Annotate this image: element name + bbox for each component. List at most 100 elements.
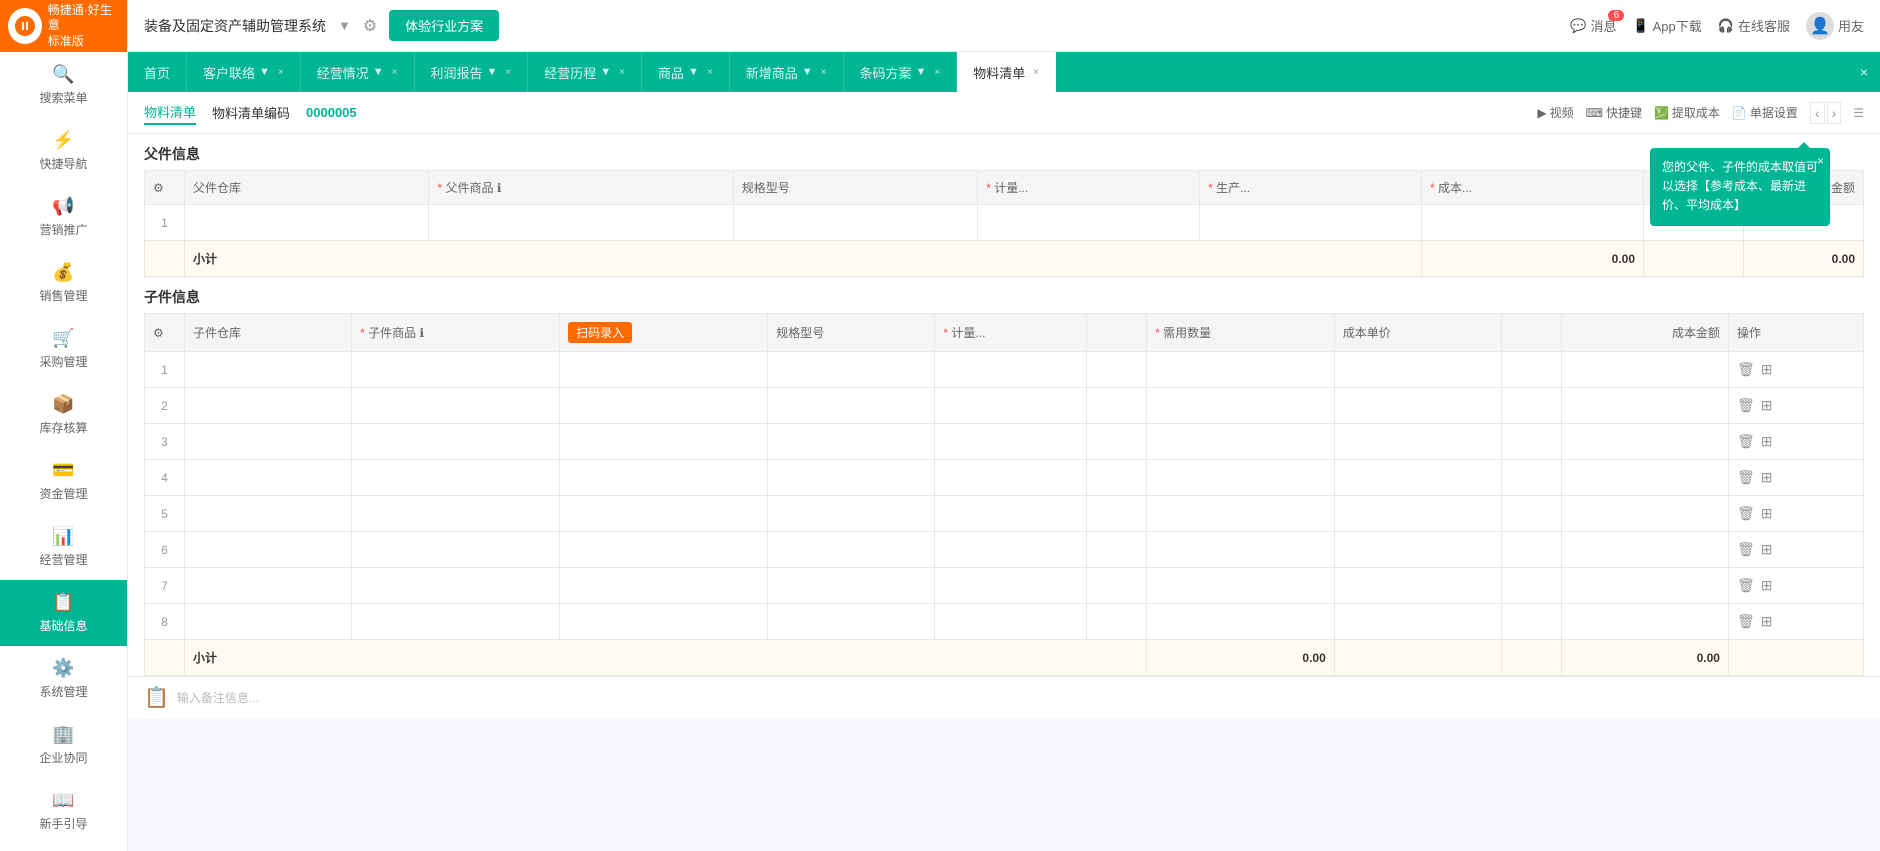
parent-row-1-unit[interactable] (978, 205, 1200, 241)
sidebar-item-finance[interactable]: 💳 资金管理 (0, 448, 127, 514)
app-download-btn[interactable]: 📱 App下载 (1632, 16, 1701, 35)
child-row-5-goods[interactable] (352, 496, 560, 532)
child-row-5-spec[interactable] (768, 496, 935, 532)
parent-row-1-spec[interactable] (733, 205, 977, 241)
tab-barcode[interactable]: 条码方案 ▼ × (844, 52, 958, 92)
child-row-6-spec[interactable] (768, 532, 935, 568)
child-row-4-goods[interactable] (352, 460, 560, 496)
online-service-btn[interactable]: 🎧 在线客服 (1718, 16, 1790, 35)
tab-barcode-close[interactable]: × (934, 67, 940, 78)
child-row-7-spec[interactable] (768, 568, 935, 604)
sidebar-item-sysadmin[interactable]: ⚙️ 系统管理 (0, 646, 127, 712)
child-row-2-spec[interactable] (768, 388, 935, 424)
child-row-4-unit[interactable] (935, 460, 1087, 496)
scroll-left-icon[interactable]: ‹ (1810, 102, 1825, 124)
delete-icon-3[interactable]: 🗑 (1737, 433, 1755, 450)
child-row-1-unitcost[interactable] (1334, 352, 1501, 388)
user-menu[interactable]: 👤 用友 (1806, 12, 1864, 40)
child-row-2-qty[interactable] (1147, 388, 1335, 424)
copy-icon-3[interactable]: ⊞ (1761, 433, 1773, 450)
child-row-6-unitcost[interactable] (1334, 532, 1501, 568)
child-row-3-unitcost[interactable] (1334, 424, 1501, 460)
child-row-4-warehouse[interactable] (185, 460, 352, 496)
child-row-3-qty[interactable] (1147, 424, 1335, 460)
child-row-8-unitcost[interactable] (1334, 604, 1501, 640)
sidebar-item-basicinfo[interactable]: 📋 基础信息 (0, 580, 127, 646)
child-row-4-unitcost[interactable] (1334, 460, 1501, 496)
action-video[interactable]: ▶ 视频 (1537, 104, 1573, 121)
child-row-4-qty[interactable] (1147, 460, 1335, 496)
child-row-2-goods[interactable] (352, 388, 560, 424)
tooltip-close-btn[interactable]: × (1817, 152, 1824, 171)
tab-bom-close[interactable]: × (1033, 67, 1039, 78)
child-row-8-qty[interactable] (1147, 604, 1335, 640)
sidebar-item-guide[interactable]: 📖 新手引导 (0, 778, 127, 844)
action-shortcut[interactable]: ⌨ 快捷键 (1586, 104, 1642, 121)
sidebar-item-inventory[interactable]: 📦 库存核算 (0, 382, 127, 448)
tab-home[interactable]: 首页 (128, 52, 187, 92)
parent-row-1-production[interactable] (1200, 205, 1422, 241)
tab-profit-close[interactable]: × (505, 67, 511, 78)
parent-col-settings[interactable]: ⚙ (145, 171, 185, 205)
tab-customer[interactable]: 客户联络 ▼ × (187, 52, 301, 92)
sidebar-item-operations[interactable]: 📊 经营管理 (0, 514, 127, 580)
sidebar-item-marketing[interactable]: 📢 营销推广 (0, 184, 127, 250)
dropdown-arrow-icon[interactable]: ▼ (338, 18, 351, 33)
sidebar-item-sales[interactable]: 💰 销售管理 (0, 250, 127, 316)
copy-icon-4[interactable]: ⊞ (1761, 469, 1773, 486)
settings-icon[interactable]: ⚙ (363, 16, 377, 36)
child-row-8-spec[interactable] (768, 604, 935, 640)
child-row-8-unit[interactable] (935, 604, 1087, 640)
child-col-settings[interactable]: ⚙ (145, 314, 185, 352)
child-row-1-qty[interactable] (1147, 352, 1335, 388)
child-row-5-unit[interactable] (935, 496, 1087, 532)
child-row-2-unit[interactable] (935, 388, 1087, 424)
child-row-3-goods[interactable] (352, 424, 560, 460)
tab-history[interactable]: 经营历程 ▼ × (528, 52, 642, 92)
delete-icon-4[interactable]: 🗑 (1737, 469, 1755, 486)
tab-operations[interactable]: 经营情况 ▼ × (301, 52, 415, 92)
child-row-3-warehouse[interactable] (185, 424, 352, 460)
subtab-bom-list[interactable]: 物料清单 (144, 100, 196, 125)
child-row-1-spec[interactable] (768, 352, 935, 388)
child-row-1-unit[interactable] (935, 352, 1087, 388)
child-col-scan[interactable]: 扫码录入 (560, 314, 768, 352)
parent-row-1-warehouse[interactable] (185, 205, 429, 241)
tab-newgoods[interactable]: 新增商品 ▼ × (730, 52, 844, 92)
delete-icon-8[interactable]: 🗑 (1737, 613, 1755, 630)
child-row-3-spec[interactable] (768, 424, 935, 460)
child-row-2-unitcost[interactable] (1334, 388, 1501, 424)
child-row-6-warehouse[interactable] (185, 532, 352, 568)
tab-history-close[interactable]: × (619, 67, 625, 78)
tab-customer-close[interactable]: × (278, 67, 284, 78)
copy-icon-5[interactable]: ⊞ (1761, 505, 1773, 522)
copy-icon-8[interactable]: ⊞ (1761, 613, 1773, 630)
tab-profit[interactable]: 利润报告 ▼ × (415, 52, 529, 92)
child-row-1-goods[interactable] (352, 352, 560, 388)
child-row-8-warehouse[interactable] (185, 604, 352, 640)
tab-goods-close[interactable]: × (707, 67, 713, 78)
delete-icon-7[interactable]: 🗑 (1737, 577, 1755, 594)
parent-row-1-goods[interactable] (429, 205, 733, 241)
child-row-3-unit[interactable] (935, 424, 1087, 460)
child-row-7-warehouse[interactable] (185, 568, 352, 604)
child-row-7-qty[interactable] (1147, 568, 1335, 604)
sidebar-item-enterprise[interactable]: 🏢 企业协同 (0, 712, 127, 778)
sidebar-item-quicknav[interactable]: ⚡ 快捷导航 (0, 118, 127, 184)
child-row-5-qty[interactable] (1147, 496, 1335, 532)
child-row-7-unitcost[interactable] (1334, 568, 1501, 604)
tab-goods[interactable]: 商品 ▼ × (642, 52, 730, 92)
sidebar-item-search[interactable]: 🔍 搜索菜单 (0, 52, 127, 118)
child-row-7-goods[interactable] (352, 568, 560, 604)
delete-icon-6[interactable]: 🗑 (1737, 541, 1755, 558)
tab-operations-close[interactable]: × (392, 67, 398, 78)
parent-row-1-cost[interactable] (1422, 205, 1644, 241)
child-row-6-qty[interactable] (1147, 532, 1335, 568)
child-row-8-goods[interactable] (352, 604, 560, 640)
action-cost[interactable]: 💹 提取成本 (1654, 104, 1720, 121)
child-row-5-unitcost[interactable] (1334, 496, 1501, 532)
tab-close-all[interactable]: × (1848, 52, 1880, 92)
view-toggle-icon[interactable]: ☰ (1853, 106, 1864, 120)
child-row-1-warehouse[interactable] (185, 352, 352, 388)
child-row-7-unit[interactable] (935, 568, 1087, 604)
